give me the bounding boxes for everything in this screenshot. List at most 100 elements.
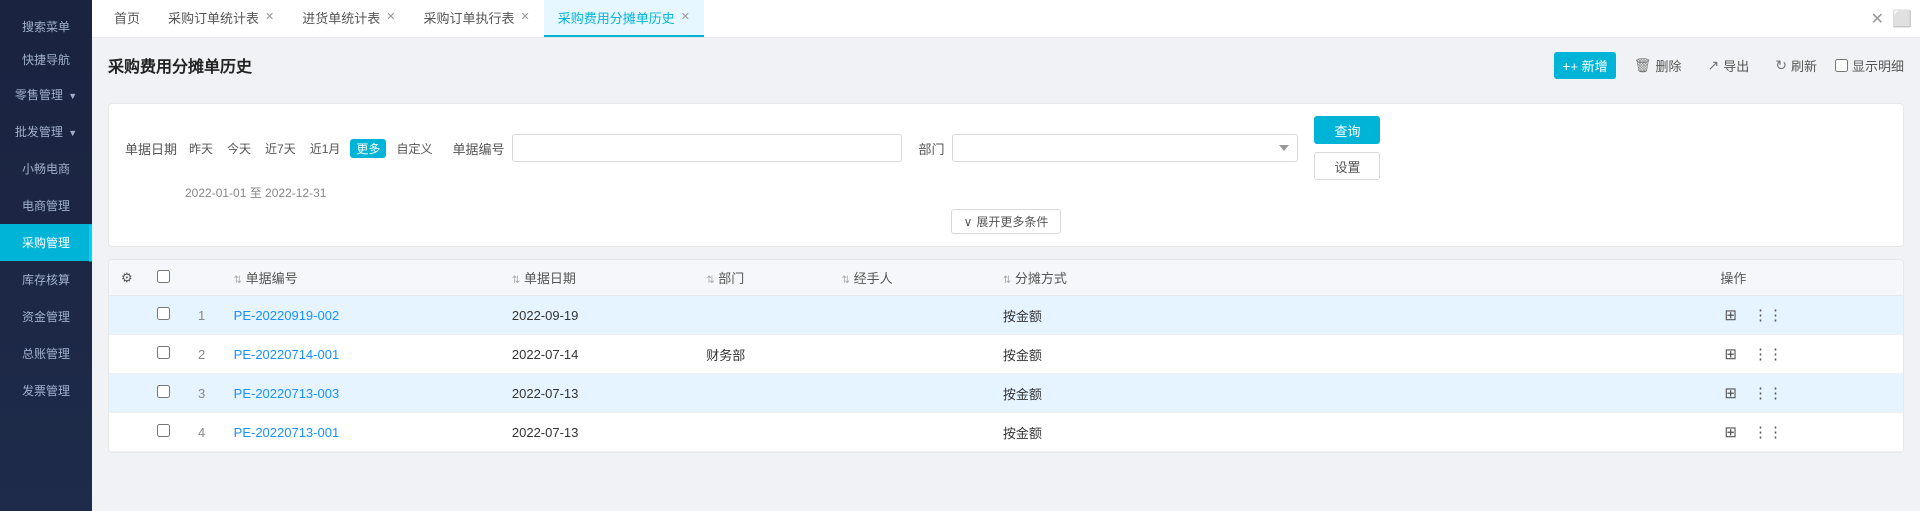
page-content: 采购费用分摊单历史 + + 新增 🗑 删除 ↗ 导出 ↻ 刷新 [92,38,1920,511]
sidebar-item-wholesale[interactable]: 批发管理 ▼ [0,113,92,150]
tab-close-icon[interactable]: ✕ [265,12,274,23]
refresh-button[interactable]: ↻ 刷新 [1767,52,1825,79]
order-no-link[interactable]: PE-20220919-002 [234,308,340,323]
sort-up-icon: ⇅ [706,275,714,286]
row-dept: 财务部 [694,335,829,374]
row-num: 1 [182,296,222,335]
export-button[interactable]: ↗ 导出 [1699,52,1757,79]
date-filter-label: 单据日期 [125,139,177,158]
sidebar-item-account[interactable]: 总账管理 [0,335,92,372]
refresh-icon: ↻ [1775,57,1787,74]
sort-up-icon: ⇅ [234,275,242,286]
expand-more-button[interactable]: ∨ 展开更多条件 [951,209,1062,234]
delete-button[interactable]: 🗑 删除 [1626,52,1690,79]
export-icon: ↗ [1707,57,1719,74]
table-settings-header[interactable]: ⚙ [109,260,145,296]
maximize-window-icon[interactable]: ⬜ [1892,9,1912,29]
tab-home[interactable]: 首页 [100,0,154,37]
sidebar-item-quicknav[interactable]: 快捷导航 [0,43,92,76]
shortcut-more[interactable]: 更多 [350,139,386,158]
table-checkbox-header[interactable] [145,260,182,296]
sidebar-item-capital[interactable]: 资金管理 [0,298,92,335]
tab-stock-summary[interactable]: 进货单统计表 ✕ [288,0,409,37]
sidebar-item-retail[interactable]: 零售管理 ▼ [0,76,92,113]
row-checkbox[interactable] [157,424,170,437]
edit-icon[interactable]: ⊞ [1720,343,1741,365]
sort-up-icon: ⇅ [842,275,850,286]
order-no-link[interactable]: PE-20220713-001 [234,425,340,440]
row-checkbox[interactable] [157,307,170,320]
row-checkbox-cell[interactable] [145,374,182,413]
sidebar-item-invoice[interactable]: 发票管理 [0,372,92,409]
table-handler-header[interactable]: ⇅ 经手人 [830,260,991,296]
filter-settings-button[interactable]: 设置 [1314,152,1380,180]
sidebar: 搜索菜单 快捷导航 零售管理 ▼ 批发管理 ▼ 小畅电商 电商管理 采购管理 库… [0,0,92,511]
order-no-label: 单据编号 [452,139,504,158]
tab-close-icon[interactable]: ✕ [521,12,530,23]
edit-icon[interactable]: ⊞ [1720,304,1741,326]
order-no-link[interactable]: PE-20220713-003 [234,386,340,401]
show-columns-toggle[interactable]: 显示明细 [1835,56,1904,75]
shortcut-yesterday[interactable]: 昨天 [185,139,217,158]
row-date: 2022-07-14 [500,335,694,374]
row-order-no[interactable]: PE-20220713-001 [222,413,500,452]
shortcut-custom[interactable]: 自定义 [392,139,436,158]
dept-filter-group: 部门 财务部 [918,134,1298,162]
tab-purchase-order-exec[interactable]: 采购订单执行表 ✕ [409,0,543,37]
more-icon[interactable]: ⋮⋮ [1749,343,1787,365]
row-order-no[interactable]: PE-20220714-001 [222,335,500,374]
shortcut-1month[interactable]: 近1月 [306,139,345,158]
sidebar-item-ecom-small[interactable]: 小畅电商 [0,150,92,187]
table-dept-header[interactable]: ⇅ 部门 [694,260,829,296]
more-icon[interactable]: ⋮⋮ [1749,304,1787,326]
row-handler [830,374,991,413]
sidebar-item-ecom[interactable]: 电商管理 [0,187,92,224]
sidebar-item-search[interactable]: 搜索菜单 [0,8,92,43]
date-range-display: 2022-01-01 至 2022-12-31 [185,184,1887,201]
order-no-link[interactable]: PE-20220714-001 [234,347,340,362]
table-order-no-header[interactable]: ⇅ 单据编号 [222,260,500,296]
row-checkbox[interactable] [157,385,170,398]
add-icon: + [1562,58,1570,74]
sidebar-item-inventory[interactable]: 库存核算 [0,261,92,298]
delete-icon: 🗑 [1634,57,1652,74]
edit-icon[interactable]: ⊞ [1720,421,1741,443]
shortcut-7days[interactable]: 近7天 [261,139,300,158]
table-split-method-header[interactable]: ⇅ 分摊方式 [991,260,1709,296]
row-date: 2022-07-13 [500,374,694,413]
dept-label: 部门 [918,139,944,158]
tab-close-icon[interactable]: ✕ [386,12,395,23]
main-content: 首页 采购订单统计表 ✕ 进货单统计表 ✕ 采购订单执行表 ✕ 采购费用分摊单历… [92,0,1920,511]
row-handler [830,413,991,452]
tab-purchase-cost-history[interactable]: 采购费用分摊单历史 ✕ [544,0,704,37]
more-icon[interactable]: ⋮⋮ [1749,421,1787,443]
row-order-no[interactable]: PE-20220713-003 [222,374,500,413]
more-icon[interactable]: ⋮⋮ [1749,382,1787,404]
order-no-input[interactable] [512,134,902,162]
query-button[interactable]: 查询 [1314,116,1380,144]
row-handler [830,335,991,374]
add-button[interactable]: + + 新增 [1554,52,1615,79]
edit-icon[interactable]: ⊞ [1720,382,1741,404]
row-handler [830,296,991,335]
tab-purchase-order-summary[interactable]: 采购订单统计表 ✕ [154,0,288,37]
sidebar-item-purchase[interactable]: 采购管理 [0,224,92,261]
dept-select[interactable]: 财务部 [952,134,1298,162]
row-checkbox-cell[interactable] [145,413,182,452]
row-settings-cell [109,413,145,452]
row-date: 2022-09-19 [500,296,694,335]
row-checkbox[interactable] [157,346,170,359]
tab-close-icon[interactable]: ✕ [681,12,690,23]
select-all-checkbox[interactable] [157,270,170,283]
table-row: 1 PE-20220919-002 2022-09-19 按金额 ⊞ ⋮⋮ [109,296,1903,335]
row-split-method: 按金额 [991,335,1709,374]
row-order-no[interactable]: PE-20220919-002 [222,296,500,335]
table-date-header[interactable]: ⇅ 单据日期 [500,260,694,296]
close-window-icon[interactable]: ✕ [1871,9,1884,29]
table-row: 2 PE-20220714-001 2022-07-14 财务部 按金额 ⊞ ⋮… [109,335,1903,374]
row-checkbox-cell[interactable] [145,296,182,335]
chevron-down-icon: ▼ [68,128,77,138]
shortcut-today[interactable]: 今天 [223,139,255,158]
row-checkbox-cell[interactable] [145,335,182,374]
show-columns-checkbox[interactable] [1835,59,1848,72]
